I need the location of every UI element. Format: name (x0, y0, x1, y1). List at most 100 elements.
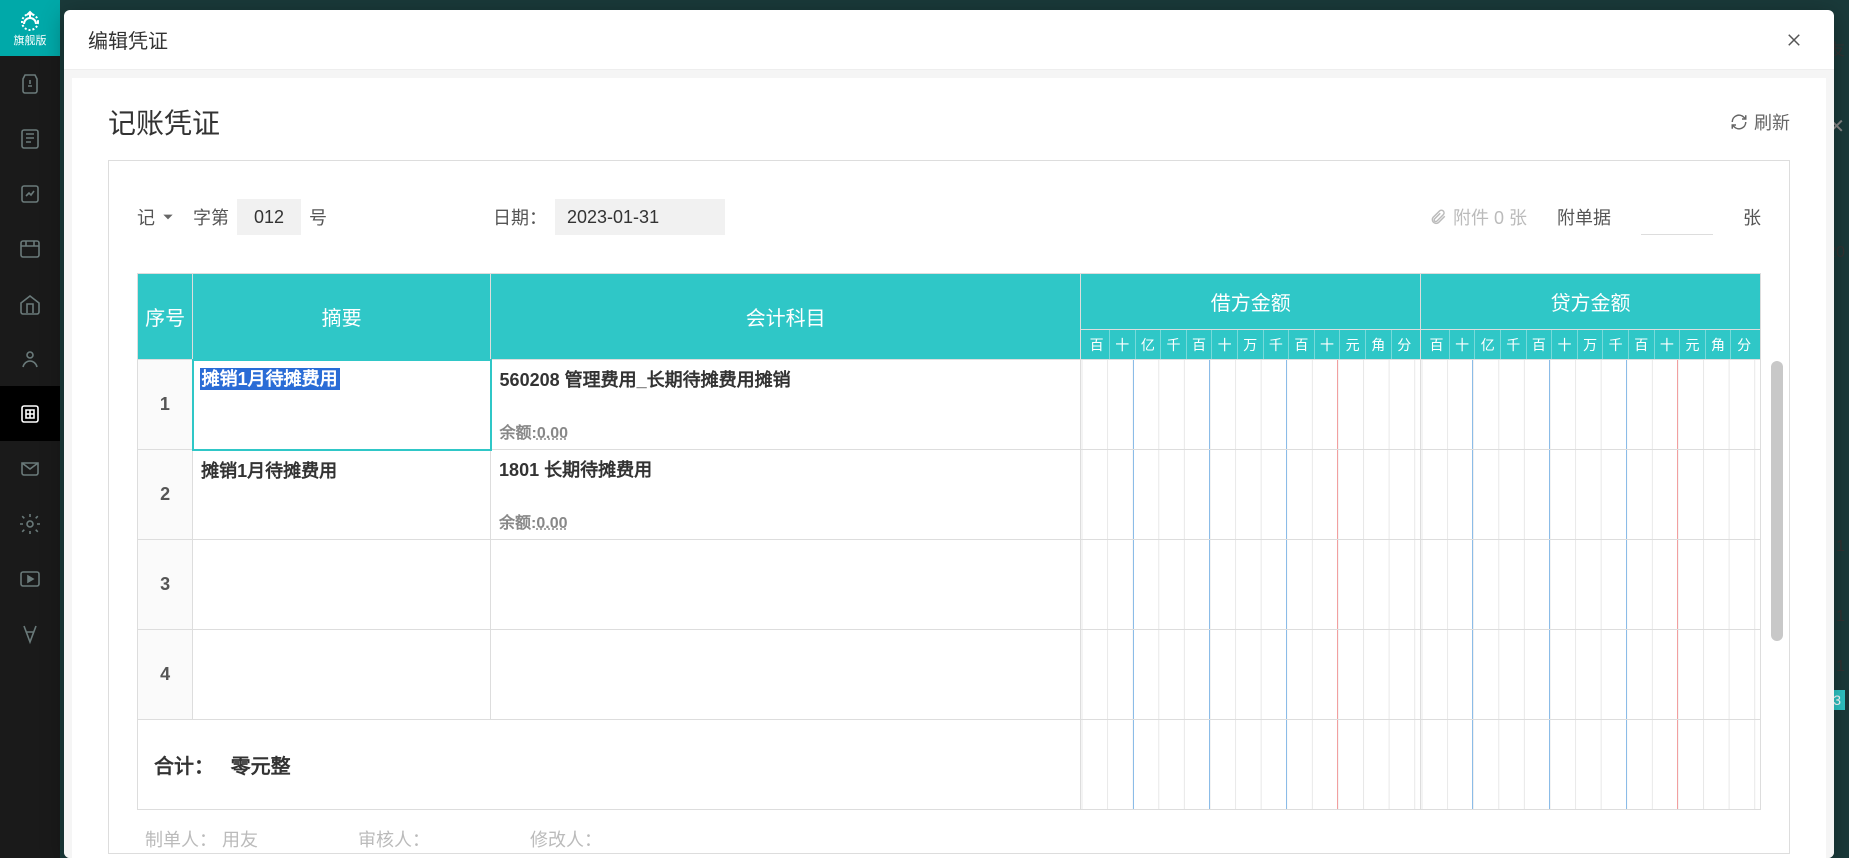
account-text: 1801 长期待摊费用 (499, 456, 1072, 482)
attachment-group: 附件 0 张 附单据 张 (1429, 199, 1761, 235)
voucher-table-wrap: 序号 摘要 会计科目 借方金额 贷方金额 百十亿千百十万千百十元角分 百十亿千百… (137, 273, 1761, 810)
sidebar-nav-11[interactable] (0, 606, 60, 661)
modal-body: 记账凭证 刷新 记 字第 号 日期： (64, 70, 1834, 858)
voucher-row: 4 (138, 630, 1761, 720)
col-credit-header: 贷方金额 (1421, 274, 1761, 330)
col-seq-header: 序号 (138, 274, 193, 360)
voucher-top-row: 记账凭证 刷新 (108, 102, 1790, 142)
voucher-row: 3 (138, 540, 1761, 630)
refresh-button[interactable]: 刷新 (1730, 109, 1790, 135)
digit-label: 分 (1392, 330, 1418, 359)
digit-label: 千 (1603, 330, 1629, 359)
close-button[interactable] (1778, 24, 1810, 56)
edit-voucher-modal: 编辑凭证 记账凭证 刷新 记 字第 (64, 10, 1834, 858)
summary-cell[interactable] (193, 630, 491, 720)
account-balance: 余额:0.00 (499, 509, 567, 533)
voucher-table: 序号 摘要 会计科目 借方金额 贷方金额 百十亿千百十万千百十元角分 百十亿千百… (137, 273, 1761, 810)
account-balance: 余额:0.00 (500, 419, 568, 443)
sidebar-nav-7[interactable] (0, 386, 60, 441)
voucher-number-input[interactable] (237, 199, 301, 235)
voucher-type-select[interactable]: 记 (137, 204, 185, 230)
account-cell[interactable] (491, 540, 1081, 630)
app-logo-label: 旗舰版 (14, 32, 47, 48)
sidebar-nav-6[interactable] (0, 331, 60, 386)
total-row: 合计： 零元整 (138, 720, 1081, 810)
date-label: 日期： (493, 204, 547, 230)
row-seq: 3 (138, 540, 193, 630)
sidebar-nav-5[interactable] (0, 276, 60, 331)
voucher-heading: 记账凭证 (108, 102, 220, 142)
summary-cell[interactable] (193, 540, 491, 630)
credit-cell[interactable] (1421, 630, 1761, 720)
digit-label: 元 (1680, 330, 1706, 359)
account-cell[interactable]: 560208 管理费用_长期待摊费用摊销余额:0.00 (491, 360, 1081, 450)
close-icon (1785, 31, 1803, 49)
digit-label: 千 (1161, 330, 1187, 359)
auditor-label: 审核人： (358, 830, 430, 850)
modal-title: 编辑凭证 (88, 25, 168, 54)
row-seq: 4 (138, 630, 193, 720)
digit-label: 十 (1552, 330, 1578, 359)
paperclip-icon (1429, 208, 1447, 226)
digit-label: 亿 (1475, 330, 1501, 359)
backdrop-num: 1 (1836, 538, 1845, 556)
row-seq: 1 (138, 360, 193, 450)
credit-cell[interactable] (1421, 360, 1761, 450)
col-summary-header: 摘要 (193, 274, 491, 360)
total-text: 零元整 (231, 756, 291, 778)
table-scrollbar[interactable] (1771, 361, 1783, 641)
summary-cell[interactable]: 摊销1月待摊费用 (193, 360, 491, 450)
maker-value: 用友 (222, 830, 258, 850)
sidebar-nav-8[interactable] (0, 441, 60, 496)
account-cell[interactable]: 1801 长期待摊费用余额:0.00 (491, 450, 1081, 540)
debit-cell[interactable] (1081, 450, 1421, 540)
sidebar-nav-2[interactable] (0, 111, 60, 166)
digit-label: 十 (1110, 330, 1136, 359)
digit-label: 十 (1655, 330, 1681, 359)
debit-cell[interactable] (1081, 630, 1421, 720)
voucher-hao-label: 号 (309, 204, 327, 230)
chevron-down-icon (161, 210, 175, 224)
sidebar-nav-3[interactable] (0, 166, 60, 221)
voucher-row: 1摊销1月待摊费用560208 管理费用_长期待摊费用摊销余额:0.00 (138, 360, 1761, 450)
debit-cell[interactable] (1081, 360, 1421, 450)
digit-label: 分 (1731, 330, 1757, 359)
total-debit-cell (1081, 720, 1421, 810)
sidebar-nav-10[interactable] (0, 551, 60, 606)
voucher-footer: 制单人： 用友 审核人： 修改人： (137, 810, 1761, 852)
credit-cell[interactable] (1421, 540, 1761, 630)
debit-cell[interactable] (1081, 540, 1421, 630)
digit-label: 十 (1450, 330, 1476, 359)
attach-slip-input[interactable] (1641, 199, 1713, 235)
digit-label: 百 (1629, 330, 1655, 359)
voucher-row: 2 摊销1月待摊费用 1801 长期待摊费用余额:0.00 (138, 450, 1761, 540)
credit-cell[interactable] (1421, 450, 1761, 540)
digit-label: 元 (1340, 330, 1366, 359)
digit-label: 十 (1315, 330, 1341, 359)
digit-label: 百 (1289, 330, 1315, 359)
digit-label: 百 (1527, 330, 1553, 359)
summary-text: 摊销1月待摊费用 (201, 461, 337, 481)
maker-label: 制单人： (145, 830, 217, 850)
date-input[interactable] (555, 199, 725, 235)
attachment-link[interactable]: 附件 0 张 (1429, 204, 1527, 230)
account-cell[interactable] (491, 630, 1081, 720)
digit-label: 万 (1578, 330, 1604, 359)
sidebar-nav-1[interactable] (0, 56, 60, 111)
total-credit-cell (1421, 720, 1761, 810)
attachment-label: 附件 0 张 (1453, 204, 1527, 230)
sidebar-nav-4[interactable] (0, 221, 60, 276)
total-label: 合计： (154, 756, 214, 778)
zhang-label: 张 (1743, 204, 1761, 230)
account-text: 560208 管理费用_长期待摊费用摊销 (500, 366, 1073, 392)
digit-label: 十 (1212, 330, 1238, 359)
backdrop-num: 1 (1836, 608, 1845, 626)
voucher-meta-row: 记 字第 号 日期： 附件 0 张 附单据 (137, 199, 1761, 235)
sidebar-nav-9[interactable] (0, 496, 60, 551)
voucher-zidi-label: 字第 (193, 204, 229, 230)
summary-cell[interactable]: 摊销1月待摊费用 (193, 450, 491, 540)
refresh-icon (1730, 113, 1748, 131)
row-seq: 2 (138, 450, 193, 540)
sidebar: 旗舰版 (0, 0, 60, 858)
backdrop-num: 1 (1836, 658, 1845, 676)
